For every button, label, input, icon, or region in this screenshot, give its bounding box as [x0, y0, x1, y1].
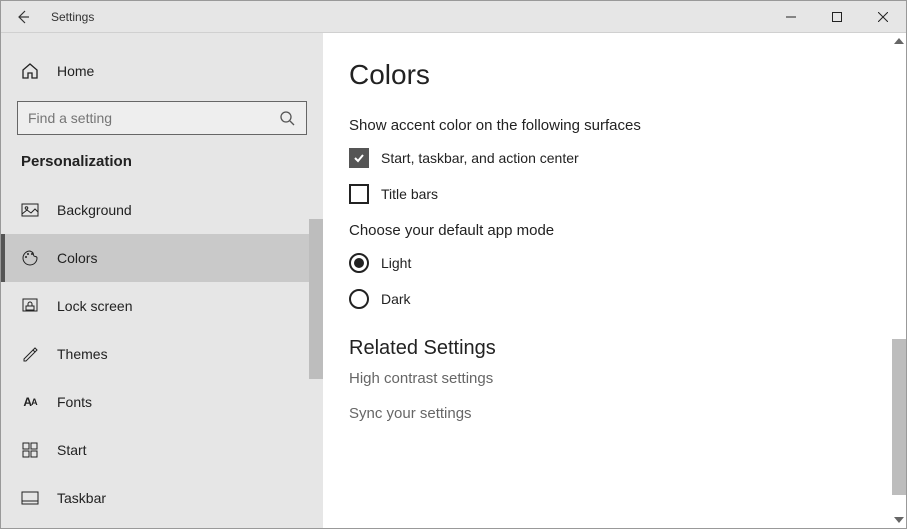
checkbox-icon	[349, 148, 369, 168]
radio-icon	[349, 289, 369, 309]
radio-label: Light	[381, 255, 411, 271]
start-icon	[21, 441, 39, 459]
sidebar-item-start[interactable]: Start	[1, 426, 323, 474]
checkbox-titlebars[interactable]: Title bars	[349, 184, 880, 204]
picture-icon	[21, 201, 39, 219]
checkbox-label: Start, taskbar, and action center	[381, 150, 579, 166]
sidebar-item-label: Background	[57, 202, 132, 218]
radio-dark[interactable]: Dark	[349, 289, 880, 309]
sidebar-item-label: Lock screen	[57, 298, 132, 314]
radio-light[interactable]: Light	[349, 253, 880, 273]
taskbar-icon	[21, 489, 39, 507]
home-label: Home	[57, 63, 94, 79]
appmode-heading: Choose your default app mode	[349, 222, 880, 239]
checkbox-icon	[349, 184, 369, 204]
checkmark-icon	[352, 151, 366, 165]
title-bar-left: Settings	[1, 1, 94, 32]
main-pane: Colors Show accent color on the followin…	[323, 33, 906, 528]
surfaces-heading: Show accent color on the following surfa…	[349, 117, 880, 134]
lockscreen-icon	[21, 297, 39, 315]
sidebar-item-label: Themes	[57, 346, 108, 362]
title-bar: Settings	[1, 1, 906, 33]
sidebar-item-lockscreen[interactable]: Lock screen	[1, 282, 323, 330]
sidebar-item-colors[interactable]: Colors	[1, 234, 323, 282]
window-title: Settings	[45, 10, 94, 24]
checkbox-label: Title bars	[381, 186, 438, 202]
radio-icon	[349, 253, 369, 273]
sidebar-item-themes[interactable]: Themes	[1, 330, 323, 378]
main-scrollbar	[892, 33, 906, 528]
close-button[interactable]	[860, 1, 906, 32]
sidebar-item-label: Start	[57, 442, 87, 458]
checkbox-start-taskbar[interactable]: Start, taskbar, and action center	[349, 148, 880, 168]
link-high-contrast[interactable]: High contrast settings	[349, 370, 880, 387]
sidebar-item-label: Colors	[57, 250, 97, 266]
sidebar-item-fonts[interactable]: AA Fonts	[1, 378, 323, 426]
sidebar-scrollbar-thumb[interactable]	[309, 219, 323, 379]
minimize-button[interactable]	[768, 1, 814, 32]
search-icon	[278, 109, 296, 127]
search-box[interactable]	[17, 101, 307, 135]
radio-label: Dark	[381, 291, 411, 307]
home-icon	[21, 62, 39, 80]
scroll-down-button[interactable]	[892, 512, 906, 528]
home-nav[interactable]: Home	[1, 51, 323, 91]
sidebar-item-label: Fonts	[57, 394, 92, 410]
fonts-icon: AA	[21, 393, 39, 411]
maximize-icon	[832, 12, 842, 22]
minimize-icon	[786, 12, 796, 22]
chevron-down-icon	[894, 517, 904, 523]
chevron-up-icon	[894, 38, 904, 44]
maximize-button[interactable]	[814, 1, 860, 32]
window-controls	[768, 1, 906, 32]
back-button[interactable]	[1, 1, 45, 32]
close-icon	[878, 12, 888, 22]
themes-icon	[21, 345, 39, 363]
sidebar: Home Personalization Background Colors	[1, 33, 323, 528]
sidebar-item-label: Taskbar	[57, 490, 106, 506]
sidebar-item-taskbar[interactable]: Taskbar	[1, 474, 323, 522]
link-sync-settings[interactable]: Sync your settings	[349, 405, 880, 422]
sidebar-item-background[interactable]: Background	[1, 186, 323, 234]
palette-icon	[21, 249, 39, 267]
section-title: Personalization	[1, 153, 323, 186]
scroll-up-button[interactable]	[892, 33, 906, 49]
page-title: Colors	[349, 59, 880, 91]
search-input[interactable]	[28, 110, 278, 126]
scrollbar-thumb[interactable]	[892, 339, 906, 495]
arrow-left-icon	[15, 9, 31, 25]
related-heading: Related Settings	[349, 337, 880, 360]
